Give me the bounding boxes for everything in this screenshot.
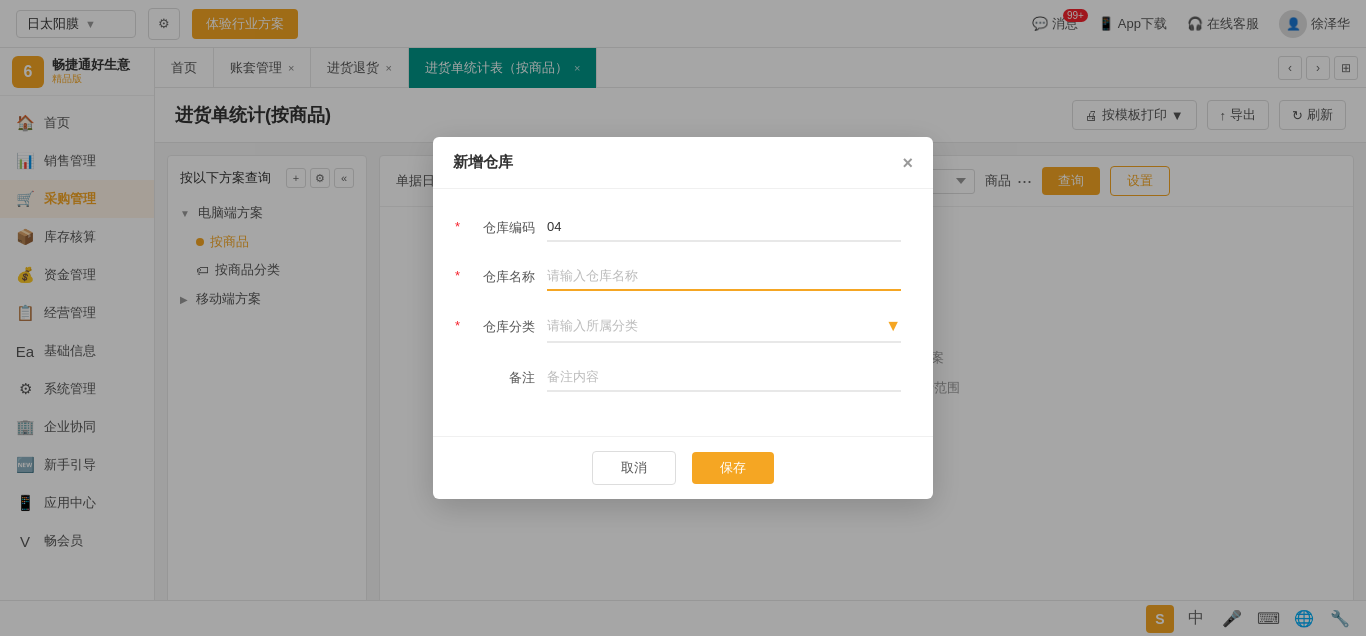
code-input[interactable]	[547, 213, 901, 242]
cancel-button[interactable]: 取消	[592, 451, 676, 485]
modal-header: 新增仓库 ×	[433, 137, 933, 189]
modal-body: 仓库编码 仓库名称 仓库分类 请输入所属分类 ▼ 备注	[433, 189, 933, 436]
add-warehouse-modal: 新增仓库 × 仓库编码 仓库名称 仓库分类 请输入所属分类 ▼	[433, 137, 933, 499]
modal-title: 新增仓库	[453, 153, 513, 172]
name-label: 仓库名称	[465, 268, 535, 286]
form-row-name: 仓库名称	[465, 262, 901, 291]
category-placeholder: 请输入所属分类	[547, 317, 638, 335]
form-row-code: 仓库编码	[465, 213, 901, 242]
form-row-category: 仓库分类 请输入所属分类 ▼	[465, 311, 901, 343]
modal-close-button[interactable]: ×	[902, 154, 913, 172]
category-arrow: ▼	[885, 317, 901, 335]
modal-overlay: 新增仓库 × 仓库编码 仓库名称 仓库分类 请输入所属分类 ▼	[0, 0, 1366, 636]
save-button[interactable]: 保存	[692, 452, 774, 484]
note-input[interactable]	[547, 363, 901, 392]
name-input[interactable]	[547, 262, 901, 291]
code-label: 仓库编码	[465, 219, 535, 237]
modal-footer: 取消 保存	[433, 436, 933, 499]
category-select[interactable]: 请输入所属分类 ▼	[547, 311, 901, 343]
note-label: 备注	[465, 369, 535, 387]
category-label: 仓库分类	[465, 318, 535, 336]
form-row-note: 备注	[465, 363, 901, 392]
